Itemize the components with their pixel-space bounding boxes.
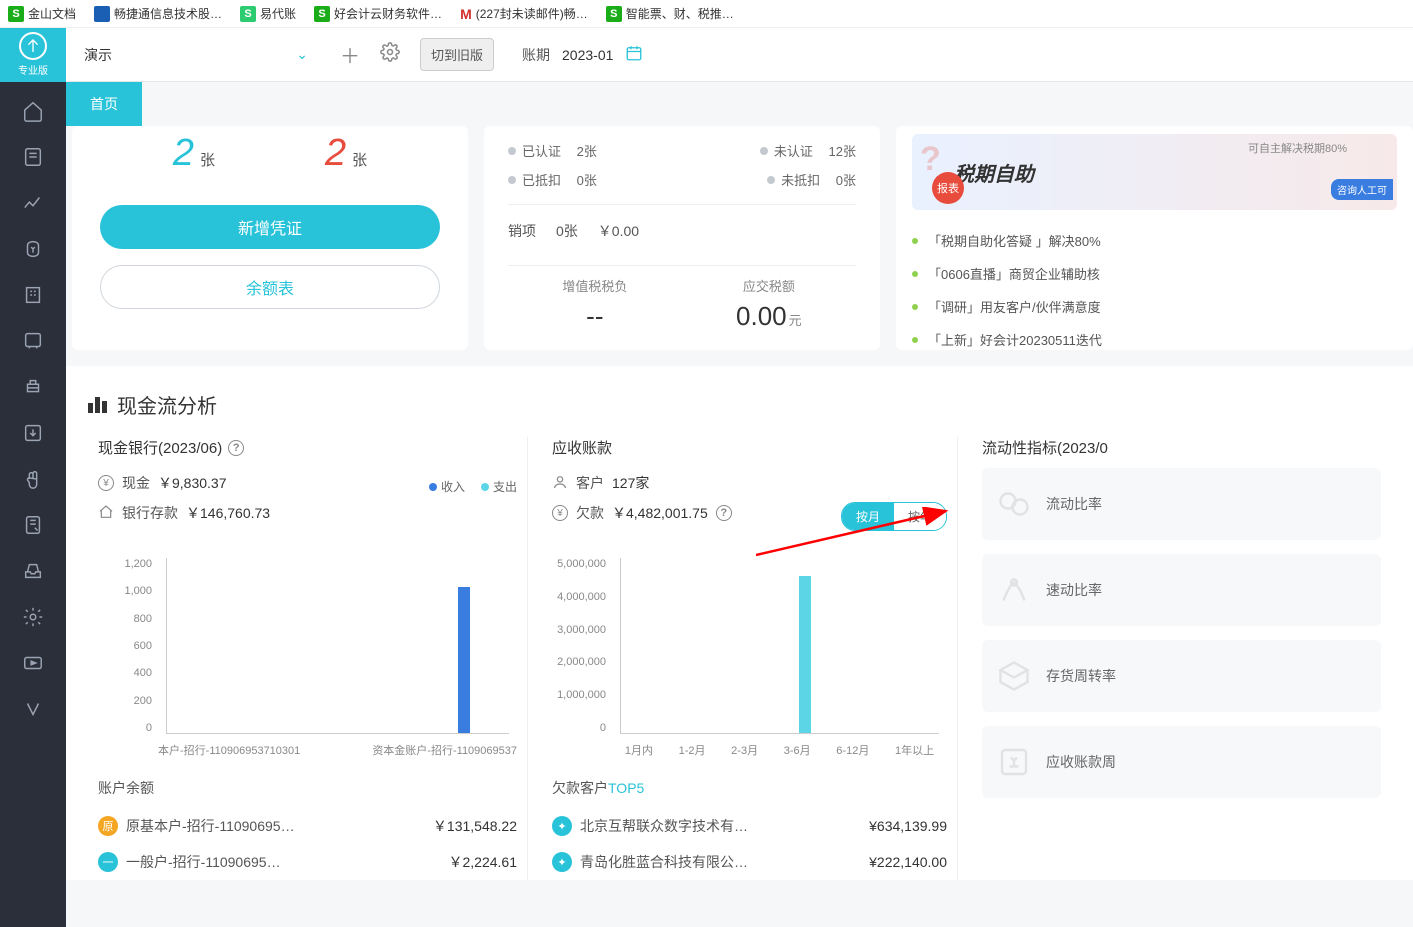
nav-hand[interactable] (0, 456, 66, 502)
badge-consult: 咨询人工可 (1331, 179, 1393, 200)
receivable-chart: 5,000,0004,000,0003,000,0002,000,0001,00… (552, 558, 947, 758)
nav-receipt[interactable] (0, 502, 66, 548)
liquidity-icon (996, 486, 1032, 522)
calendar-icon (625, 44, 643, 65)
liquidity-icon (996, 744, 1032, 780)
content-area: 首页 2张 2张 新增凭证 余额表 已认证 2张 (66, 82, 1413, 927)
voucher-count-1: 2 (173, 132, 194, 175)
voucher-count-2: 2 (325, 132, 346, 175)
bullet-icon (912, 304, 918, 310)
tabs: 首页 (66, 82, 1413, 126)
news-item[interactable]: 「0606直播」商贸企业辅助核 (912, 257, 1397, 290)
period-value: 2023-01 (562, 47, 613, 63)
gear-icon[interactable] (380, 42, 400, 67)
nav-report[interactable] (0, 180, 66, 226)
bookmark-item[interactable]: S好会计云财务软件… (314, 5, 442, 22)
bookmark-icon: S (606, 6, 622, 22)
bookmark-icon: M (460, 6, 472, 22)
nav-settings[interactable] (0, 594, 66, 640)
tab-home[interactable]: 首页 (66, 82, 142, 126)
nav-money[interactable] (0, 226, 66, 272)
bookmark-item[interactable]: S易代账 (240, 5, 296, 22)
account-balance-title: 账户余额 (98, 758, 517, 808)
add-voucher-button[interactable]: 新增凭证 (100, 205, 440, 249)
promo-banner[interactable]: ? 税期自助 可自主解决税期80% 报表 咨询人工可 (912, 134, 1397, 210)
news-list: 「税期自助化答疑 」解决80%「0606直播」商贸企业辅助核「调研」用友客户/伙… (912, 224, 1397, 350)
bar-chart-icon (88, 397, 107, 413)
toggle-year[interactable]: 按年 (894, 503, 946, 530)
nav-voucher[interactable] (0, 134, 66, 180)
yen-icon: ¥ (98, 475, 114, 491)
period-toggle: 按月 按年 (841, 502, 947, 531)
nav-download[interactable] (0, 410, 66, 456)
nav-home[interactable] (0, 88, 66, 134)
section-cashflow-title: 现金流分析 (66, 366, 1413, 437)
liquidity-icon (996, 572, 1032, 608)
switch-version-button[interactable]: 切到旧版 (420, 38, 494, 71)
nav-v[interactable] (0, 686, 66, 732)
customer-row[interactable]: ✦北京互帮联众数字技术有…¥634,139.99 (552, 808, 947, 844)
nav-inbox[interactable] (0, 548, 66, 594)
liquidity-item[interactable]: 流动比率 (982, 468, 1381, 540)
help-icon[interactable]: ? (228, 440, 244, 456)
period-label: 账期 (522, 45, 550, 65)
badge-report: 报表 (932, 172, 964, 204)
rank-icon: ✦ (552, 852, 572, 872)
account-row[interactable]: 一一般户-招行-11090695…￥2,224.61 (98, 844, 517, 880)
logo-icon (19, 32, 47, 60)
liquidity-panel: 流动性指标(2023/0 流动比率速动比率存货周转率应收账款周 (958, 437, 1391, 880)
bullet-icon (912, 238, 918, 244)
org-name: 演示 (84, 45, 112, 65)
bookmark-icon (94, 6, 110, 22)
bookmark-item[interactable]: S智能票、财、税推… (606, 5, 734, 22)
add-icon[interactable]: ＋ (340, 40, 360, 69)
nav-print[interactable] (0, 364, 66, 410)
house-icon (98, 504, 114, 523)
tax-card: 已认证 2张 未认证 12张 已抵扣 0张 未抵扣 0张 销项 0张 ￥0.00 (484, 126, 880, 350)
bullet-icon (912, 337, 918, 343)
liquidity-item[interactable]: 存货周转率 (982, 640, 1381, 712)
receivable-panel: 应收账款 客户 127家 ¥ 欠款 ￥4,482,001.75 ? (528, 437, 958, 880)
yen-icon: ¥ (552, 505, 568, 521)
voucher-card: 2张 2张 新增凭证 余额表 (72, 126, 468, 350)
news-item[interactable]: 「税期自助化答疑 」解决80% (912, 224, 1397, 257)
bookmark-item[interactable]: S金山文档 (8, 5, 76, 22)
liquidity-item[interactable]: 速动比率 (982, 554, 1381, 626)
top-actions: ＋ 切到旧版 (326, 38, 508, 71)
cash-chart: 1,2001,0008006004002000 本户-招行-1109069537… (98, 558, 517, 758)
bookmark-icon: S (314, 6, 330, 22)
question-icon: ? (920, 140, 941, 179)
toggle-month[interactable]: 按月 (842, 503, 894, 530)
news-item[interactable]: 「调研」用友客户/伙伴满意度 (912, 290, 1397, 323)
balance-sheet-button[interactable]: 余额表 (100, 265, 440, 309)
liquidity-icon (996, 658, 1032, 694)
nav-video[interactable] (0, 640, 66, 686)
bookmark-item[interactable]: M(227封未读邮件)畅… (460, 5, 588, 22)
person-icon (552, 474, 568, 493)
app-top-bar: 专业版 演示 ⌄ ＋ 切到旧版 账期 2023-01 (0, 28, 1413, 82)
customer-row[interactable]: ✦青岛化胜蓝合科技有限公…¥222,140.00 (552, 844, 947, 880)
cash-bank-panel: 现金银行(2023/06) ? ¥ 现金 ￥9,830.37 银行存款 ￥146… (88, 437, 528, 880)
promo-card: ? 税期自助 可自主解决税期80% 报表 咨询人工可 「税期自助化答疑 」解决8… (896, 126, 1413, 350)
bookmarks-bar: S金山文档 畅捷通信息技术股… S易代账 S好会计云财务软件… M(227封未读邮件)畅… (0, 0, 1413, 28)
liquidity-item[interactable]: 应收账款周 (982, 726, 1381, 798)
app-logo: 专业版 (0, 28, 66, 82)
bookmark-item[interactable]: 畅捷通信息技术股… (94, 5, 222, 22)
chevron-down-icon: ⌄ (296, 46, 308, 63)
help-icon[interactable]: ? (716, 505, 732, 521)
nav-building[interactable] (0, 272, 66, 318)
rank-icon: ✦ (552, 816, 572, 836)
bullet-icon (912, 271, 918, 277)
nav-invoice[interactable] (0, 318, 66, 364)
bookmark-icon: S (8, 6, 24, 22)
news-item[interactable]: 「上新」好会计20230511迭代 (912, 323, 1397, 350)
account-row[interactable]: 原原基本户-招行-11090695…￥131,548.22 (98, 808, 517, 844)
org-selector[interactable]: 演示 ⌄ (66, 45, 326, 65)
sidebar-nav (0, 82, 66, 927)
period-selector[interactable]: 账期 2023-01 (522, 44, 643, 65)
bookmark-icon: S (240, 6, 256, 22)
logo-text: 专业版 (18, 62, 48, 77)
